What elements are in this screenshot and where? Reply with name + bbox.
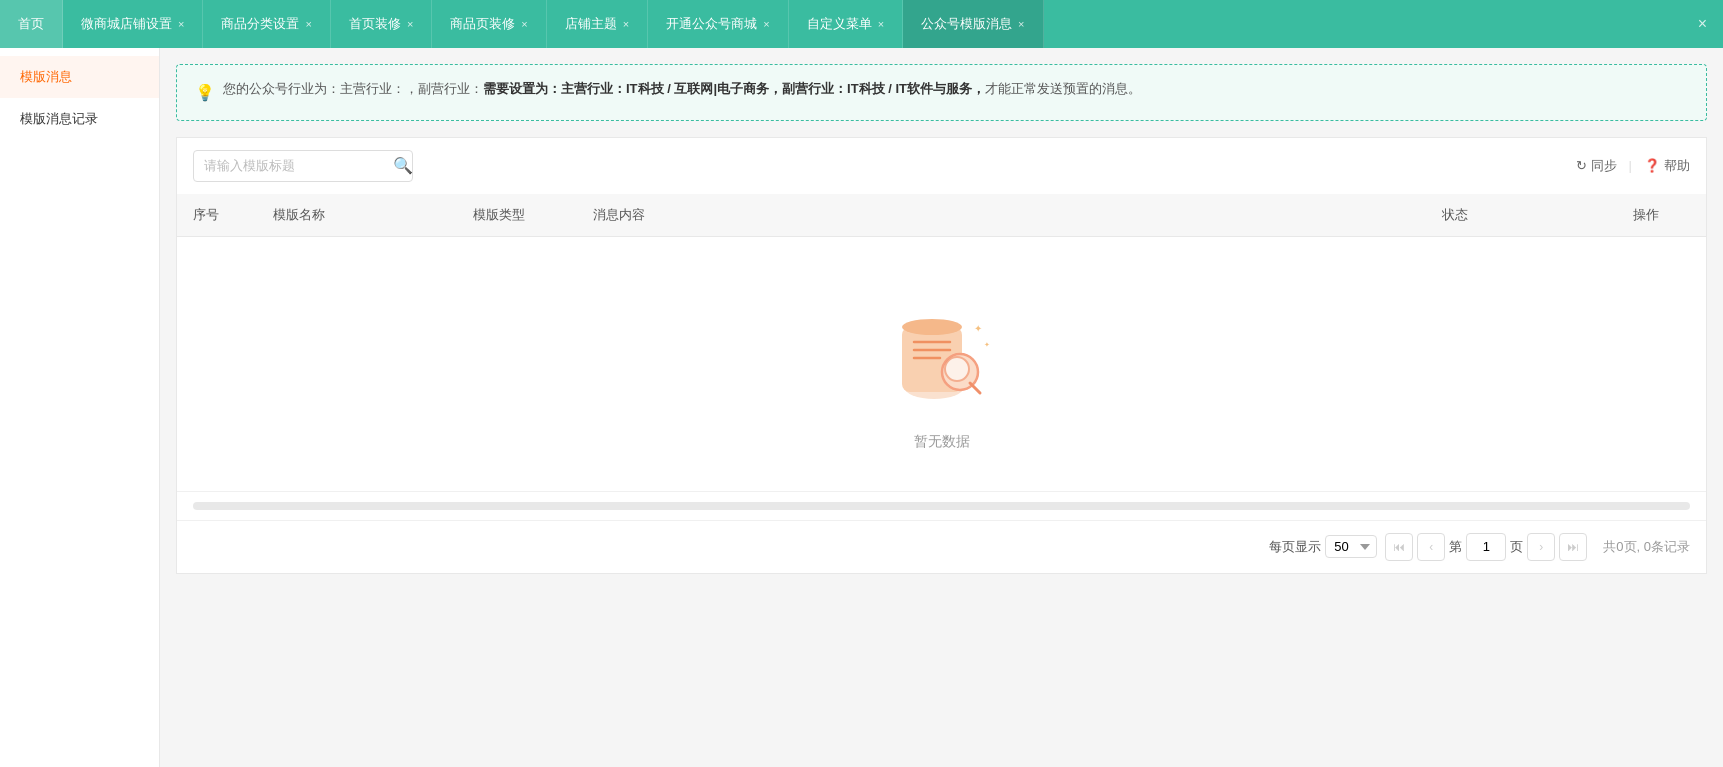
current-page-input[interactable] <box>1466 533 1506 561</box>
column-header-action: 操作 <box>1586 194 1706 236</box>
nav-tab-label: 公众号模版消息 <box>921 15 1012 33</box>
column-header-status: 状态 <box>1426 194 1586 236</box>
nav-tab-label: 开通公众号商城 <box>666 15 757 33</box>
column-header-name: 模版名称 <box>257 194 457 236</box>
close-icon[interactable]: × <box>1018 18 1024 30</box>
nav-tab-template-msg[interactable]: 公众号模版消息 × <box>903 0 1043 48</box>
help-button[interactable]: ❓ 帮助 <box>1644 157 1690 175</box>
last-page-button[interactable]: ⏭ <box>1559 533 1587 561</box>
table-container: 🔍 ↻ 同步 | ❓ 帮助 序号 模版名称 模版 <box>176 137 1707 574</box>
nav-tab-label: 商品分类设置 <box>221 15 299 33</box>
svg-point-2 <box>902 319 962 335</box>
svg-text:✦: ✦ <box>984 341 990 348</box>
sidebar-item-template-record[interactable]: 模版消息记录 <box>0 98 159 140</box>
top-navigation: 首页 微商城店铺设置 × 商品分类设置 × 首页装修 × 商品页装修 × 店铺主… <box>0 0 1723 48</box>
close-icon[interactable]: × <box>407 18 413 30</box>
close-icon[interactable]: × <box>178 18 184 30</box>
nav-tab-home-decor[interactable]: 首页装修 × <box>331 0 432 48</box>
nav-tab-home[interactable]: 首页 <box>0 0 63 48</box>
search-icon[interactable]: 🔍 <box>393 156 413 175</box>
nav-tab-product-decor[interactable]: 商品页装修 × <box>432 0 546 48</box>
question-icon: ❓ <box>1644 158 1660 173</box>
svg-text:✦: ✦ <box>974 323 982 334</box>
first-page-button[interactable]: ⏮ <box>1385 533 1413 561</box>
notice-box: 💡 您的公众号行业为：主营行业：，副营行业：需要设置为：主营行业：IT科技 / … <box>176 64 1707 121</box>
sync-button[interactable]: ↻ 同步 <box>1576 157 1617 175</box>
sidebar-item-template-msg[interactable]: 模版消息 <box>0 56 159 98</box>
next-page-button[interactable]: › <box>1527 533 1555 561</box>
column-header-type: 模版类型 <box>457 194 577 236</box>
search-bar: 🔍 ↻ 同步 | ❓ 帮助 <box>177 138 1706 194</box>
nav-tab-label: 商品页装修 <box>450 15 515 33</box>
svg-line-8 <box>970 383 980 393</box>
empty-state: ✦ ✦ 暂无数据 <box>177 237 1706 491</box>
nav-tab-label: 首页装修 <box>349 15 401 33</box>
search-left: 🔍 <box>193 150 413 182</box>
page-size-label: 每页显示 <box>1269 538 1321 556</box>
search-right: ↻ 同步 | ❓ 帮助 <box>1576 157 1690 175</box>
close-icon[interactable]: × <box>623 18 629 30</box>
pagination: 每页显示 50 20 100 ⏮ ‹ 第 页 › ⏭ 共0页, 0条记录 <box>177 520 1706 573</box>
page-size-selector: 每页显示 50 20 100 <box>1269 535 1377 558</box>
table-header: 序号 模版名称 模版类型 消息内容 状态 操作 <box>177 194 1706 237</box>
prev-page-button[interactable]: ‹ <box>1417 533 1445 561</box>
column-header-content: 消息内容 <box>577 194 1426 236</box>
main-layout: 模版消息 模版消息记录 💡 您的公众号行业为：主营行业：，副营行业：需要设置为：… <box>0 48 1723 767</box>
close-all-button[interactable]: × <box>1682 15 1723 33</box>
nav-tab-theme[interactable]: 店铺主题 × <box>547 0 648 48</box>
close-icon[interactable]: × <box>763 18 769 30</box>
nav-tab-label: 店铺主题 <box>565 15 617 33</box>
nav-tab-label: 微商城店铺设置 <box>81 15 172 33</box>
svg-point-7 <box>945 357 969 381</box>
scrollbar-area <box>177 491 1706 520</box>
page-navigation: ⏮ ‹ 第 页 › ⏭ <box>1385 533 1587 561</box>
bulb-icon: 💡 <box>195 80 215 106</box>
horizontal-scrollbar[interactable] <box>193 502 1690 510</box>
nav-tab-custom-menu[interactable]: 自定义菜单 × <box>789 0 903 48</box>
sidebar: 模版消息 模版消息记录 <box>0 48 160 767</box>
empty-text: 暂无数据 <box>914 433 970 451</box>
main-content: 💡 您的公众号行业为：主营行业：，副营行业：需要设置为：主营行业：IT科技 / … <box>160 48 1723 767</box>
close-icon[interactable]: × <box>521 18 527 30</box>
nav-tab-label: 自定义菜单 <box>807 15 872 33</box>
page-size-select[interactable]: 50 20 100 <box>1325 535 1377 558</box>
total-text: 共0页, 0条记录 <box>1603 538 1690 556</box>
divider: | <box>1629 158 1632 173</box>
refresh-icon: ↻ <box>1576 158 1587 173</box>
page-label-before: 第 <box>1449 538 1462 556</box>
close-icon[interactable]: × <box>878 18 884 30</box>
nav-tab-category-settings[interactable]: 商品分类设置 × <box>203 0 330 48</box>
nav-tab-label: 首页 <box>18 15 44 33</box>
page-label-after: 页 <box>1510 538 1523 556</box>
column-header-seq: 序号 <box>177 194 257 236</box>
close-icon[interactable]: × <box>305 18 311 30</box>
search-input[interactable] <box>193 150 413 182</box>
empty-illustration: ✦ ✦ <box>882 297 1002 417</box>
nav-tab-shop-settings[interactable]: 微商城店铺设置 × <box>63 0 203 48</box>
nav-tab-open-mall[interactable]: 开通公众号商城 × <box>648 0 788 48</box>
notice-text: 您的公众号行业为：主营行业：，副营行业：需要设置为：主营行业：IT科技 / 互联… <box>223 79 1141 100</box>
